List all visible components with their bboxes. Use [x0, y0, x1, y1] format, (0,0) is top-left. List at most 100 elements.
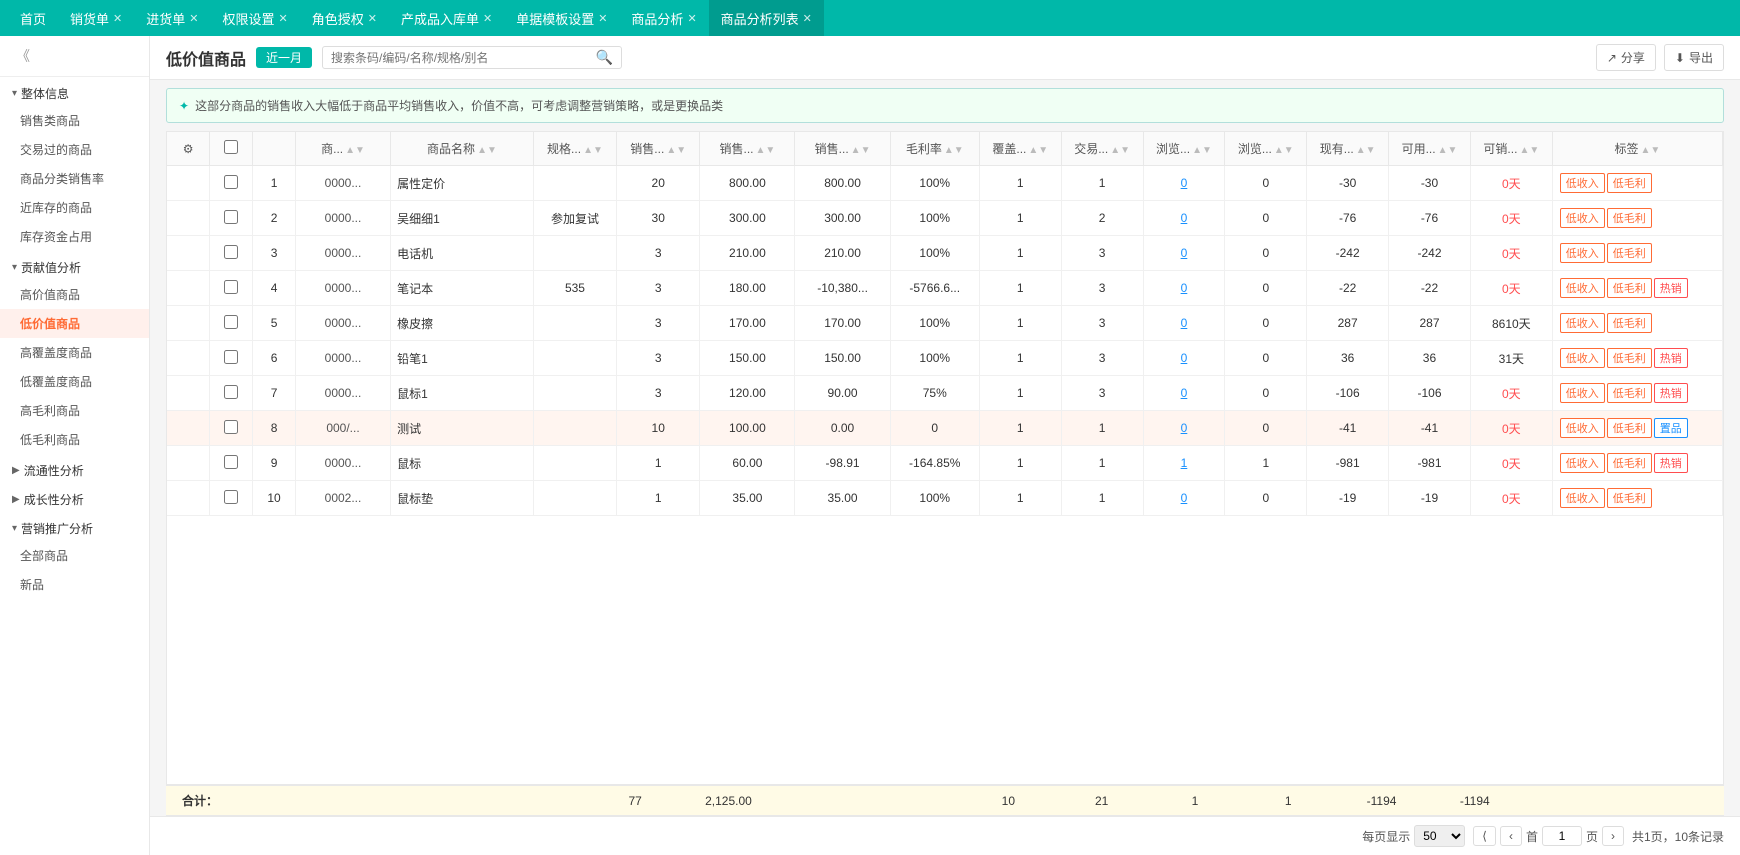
sidebar-collapse-btn[interactable]: 《: [8, 42, 38, 70]
sidebar-item-new-products[interactable]: 新品: [0, 570, 149, 599]
header-actions: ↗ 分享 ⬇ 导出: [1596, 44, 1724, 71]
sidebar-group-value[interactable]: ▾ 贡献值分析: [0, 251, 149, 280]
pv-link[interactable]: 0: [1181, 246, 1188, 260]
select-all-checkbox[interactable]: [224, 140, 238, 154]
data-table-wrapper: ⚙ 商...▲▼ 商品名称▲▼ 规格...▲▼ 销售...▲▼ 销售...▲▼ …: [166, 131, 1724, 785]
col-margin-header[interactable]: 毛利率▲▼: [890, 132, 979, 166]
nav-product-analysis[interactable]: 商品分析 ✕: [619, 0, 708, 36]
export-button[interactable]: ⬇ 导出: [1664, 44, 1724, 71]
nav-purchase-close[interactable]: ✕: [189, 12, 198, 25]
nav-permission[interactable]: 权限设置 ✕: [210, 0, 299, 36]
sidebar-item-low-coverage[interactable]: 低覆盖度商品: [0, 367, 149, 396]
row-checkbox[interactable]: [224, 210, 238, 224]
col-coverage-header[interactable]: 覆盖...▲▼: [979, 132, 1061, 166]
nav-product-analysis-close[interactable]: ✕: [687, 12, 696, 25]
first-page-button[interactable]: ⟨: [1473, 826, 1496, 846]
sidebar-item-stock-funds[interactable]: 库存资金占用: [0, 222, 149, 251]
sidebar-item-high-value[interactable]: 高价值商品: [0, 280, 149, 309]
nav-role-close[interactable]: ✕: [368, 12, 377, 25]
sidebar-item-low-margin[interactable]: 低毛利商品: [0, 425, 149, 454]
row-checkbox[interactable]: [224, 280, 238, 294]
cell-name: 铅笔1: [391, 341, 534, 376]
col-spec-header[interactable]: 规格...▲▼: [533, 132, 616, 166]
nav-sales[interactable]: 销货单 ✕: [58, 0, 134, 36]
sidebar-group-flow[interactable]: ▶ 流通性分析: [0, 454, 149, 483]
next-page-button[interactable]: ›: [1602, 826, 1624, 846]
pv-link[interactable]: 0: [1181, 386, 1188, 400]
cell-sales-qty: 3: [617, 306, 700, 341]
cell-trans: 3: [1061, 236, 1143, 271]
cell-margin: 100%: [890, 481, 979, 516]
pv-link[interactable]: 0: [1181, 211, 1188, 225]
col-sales-cost-header[interactable]: 销售...▲▼: [795, 132, 890, 166]
pv-link[interactable]: 0: [1181, 491, 1188, 505]
sidebar-item-low-value[interactable]: 低价值商品: [0, 309, 149, 338]
sidebar-item-low-stock[interactable]: 近库存的商品: [0, 193, 149, 222]
pv-link[interactable]: 0: [1181, 421, 1188, 435]
row-checkbox[interactable]: [224, 420, 238, 434]
col-pv1-header[interactable]: 浏览...▲▼: [1143, 132, 1225, 166]
cell-avail: -41: [1389, 411, 1471, 446]
col-sales-qty-header[interactable]: 销售...▲▼: [617, 132, 700, 166]
pv-link[interactable]: 0: [1181, 176, 1188, 190]
col-tag-header[interactable]: 标签▲▼: [1552, 132, 1722, 166]
nav-product-list-close[interactable]: ✕: [803, 12, 812, 25]
pv-link[interactable]: 1: [1181, 456, 1188, 470]
nav-product-list[interactable]: 商品分析列表 ✕: [709, 0, 824, 36]
cell-stock: 36: [1307, 341, 1389, 376]
row-checkbox[interactable]: [224, 455, 238, 469]
nav-purchase[interactable]: 进货单 ✕: [134, 0, 210, 36]
period-button[interactable]: 近一月: [256, 47, 312, 68]
nav-stock-in-close[interactable]: ✕: [483, 12, 492, 25]
row-checkbox[interactable]: [224, 175, 238, 189]
pv-link[interactable]: 0: [1181, 316, 1188, 330]
sidebar-item-all-products[interactable]: 全部商品: [0, 541, 149, 570]
sidebar-group-overall[interactable]: ▾ 整体信息: [0, 77, 149, 106]
sidebar-group-marketing[interactable]: ▾ 营销推广分析: [0, 512, 149, 541]
cell-trans: 1: [1061, 166, 1143, 201]
sidebar-item-category-sales-rate[interactable]: 商品分类销售率: [0, 164, 149, 193]
row-checkbox[interactable]: [224, 315, 238, 329]
nav-home[interactable]: 首页: [8, 0, 58, 36]
per-page-select[interactable]: 50 100 200: [1414, 825, 1465, 847]
row-checkbox[interactable]: [224, 245, 238, 259]
col-settings[interactable]: ⚙: [167, 132, 210, 166]
col-trans-header[interactable]: 交易...▲▼: [1061, 132, 1143, 166]
nav-template[interactable]: 单据模板设置 ✕: [504, 0, 619, 36]
search-icon[interactable]: 🔍: [596, 49, 613, 66]
sidebar-item-sales-products[interactable]: 销售类商品: [0, 106, 149, 135]
col-code-header[interactable]: 商...▲▼: [295, 132, 390, 166]
sidebar-item-high-margin[interactable]: 高毛利商品: [0, 396, 149, 425]
col-sales-amt-header[interactable]: 销售...▲▼: [700, 132, 795, 166]
col-stock-header[interactable]: 现有...▲▼: [1307, 132, 1389, 166]
col-num: [253, 132, 296, 166]
nav-stock-in[interactable]: 产成品入库单 ✕: [389, 0, 504, 36]
search-input[interactable]: [331, 51, 592, 65]
sidebar-item-traded-products[interactable]: 交易过的商品: [0, 135, 149, 164]
col-name-header[interactable]: 商品名称▲▼: [391, 132, 534, 166]
pv-link[interactable]: 0: [1181, 281, 1188, 295]
nav-role[interactable]: 角色授权 ✕: [300, 0, 389, 36]
page-number-input[interactable]: [1542, 826, 1582, 846]
nav-permission-close[interactable]: ✕: [279, 12, 288, 25]
nav-template-close[interactable]: ✕: [598, 12, 607, 25]
sidebar-group-growth[interactable]: ▶ 成长性分析: [0, 483, 149, 512]
col-sellable-header[interactable]: 可销...▲▼: [1470, 132, 1552, 166]
row-checkbox[interactable]: [224, 385, 238, 399]
sidebar-item-high-coverage[interactable]: 高覆盖度商品: [0, 338, 149, 367]
row-checkbox[interactable]: [224, 350, 238, 364]
row-checkbox[interactable]: [224, 490, 238, 504]
cell-checkbox: [210, 376, 253, 411]
cell-sales-cost: 0.00: [795, 411, 890, 446]
cell-checkbox: [210, 411, 253, 446]
pv-link[interactable]: 0: [1181, 351, 1188, 365]
total-pv2: 1: [1242, 794, 1335, 808]
arrow-icon: ▾: [12, 88, 17, 99]
cell-checkbox: [210, 201, 253, 236]
share-button[interactable]: ↗ 分享: [1596, 44, 1656, 71]
page-title: 低价值商品: [166, 46, 246, 70]
col-pv2-header[interactable]: 浏览...▲▼: [1225, 132, 1307, 166]
col-avail-header[interactable]: 可用...▲▼: [1389, 132, 1471, 166]
nav-sales-close[interactable]: ✕: [113, 12, 122, 25]
prev-page-button[interactable]: ‹: [1500, 826, 1522, 846]
